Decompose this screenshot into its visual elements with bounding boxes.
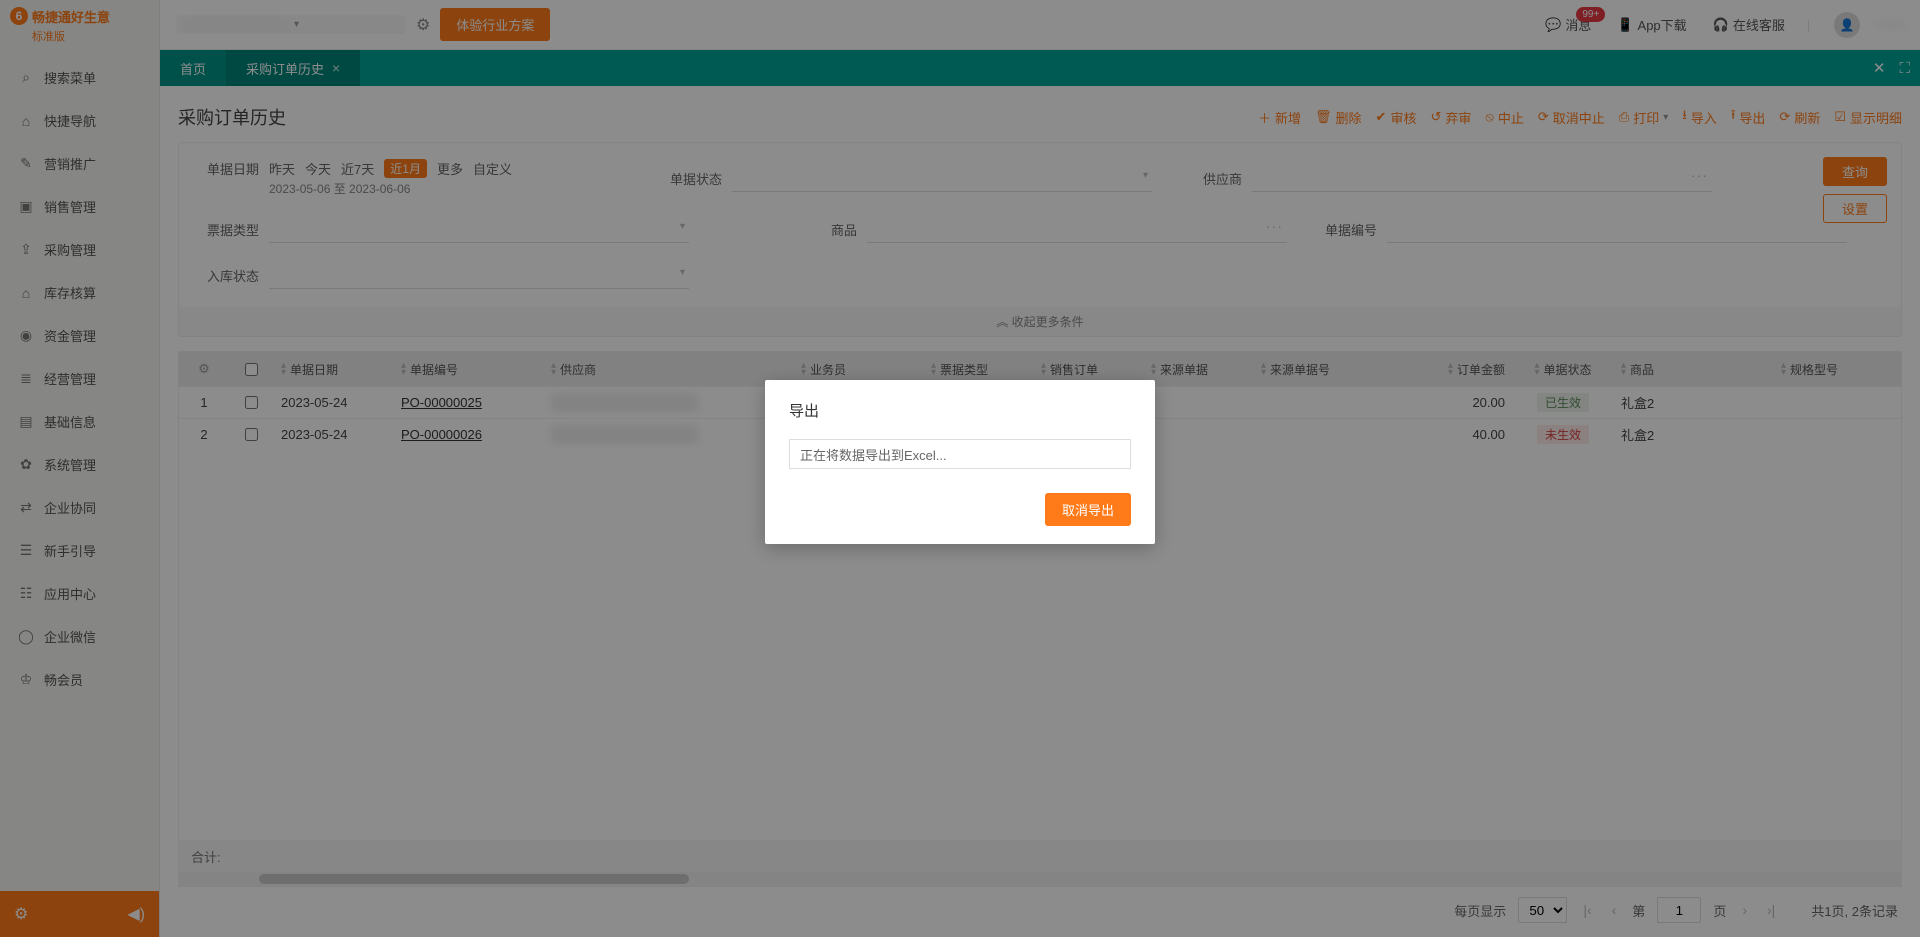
modal-overlay: 导出 取消导出 <box>0 0 1920 937</box>
export-modal: 导出 取消导出 <box>765 380 1155 544</box>
cancel-export-button[interactable]: 取消导出 <box>1045 493 1131 526</box>
modal-title: 导出 <box>789 400 1131 421</box>
export-progress-text <box>789 439 1131 469</box>
